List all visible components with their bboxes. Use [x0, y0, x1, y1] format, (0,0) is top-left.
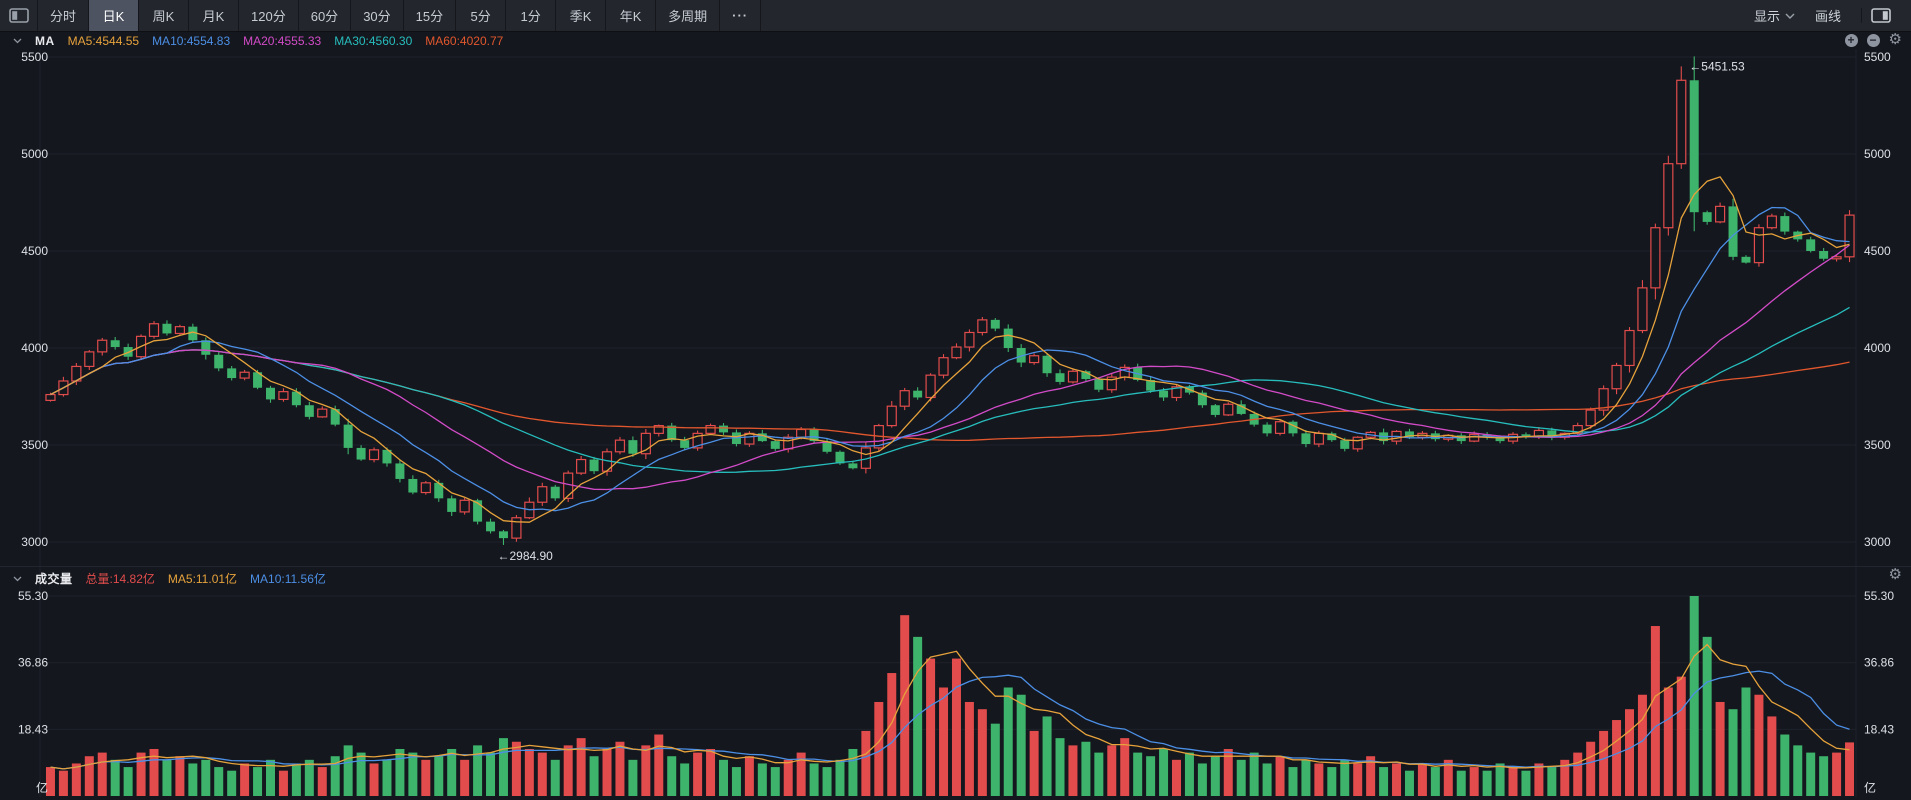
tab-15min[interactable]: 15分: [404, 0, 456, 31]
ma20-value: MA20:4555.33: [243, 34, 321, 48]
tab-year-k[interactable]: 年K: [606, 0, 656, 31]
ma30-value: MA30:4560.30: [334, 34, 412, 48]
tab-week-k[interactable]: 周K: [139, 0, 189, 31]
volume-title: 成交量: [35, 570, 73, 587]
price-annotation: ←2984.90: [497, 549, 553, 563]
axis-label-left: 5000: [21, 147, 48, 161]
ma-lines: [50, 177, 1849, 522]
volume-settings-icon[interactable]: [1889, 568, 1902, 582]
period-tabs: 分时 日K 周K 月K 120分 60分 30分 15分 5分 1分 季K 年K…: [38, 0, 761, 31]
axis-label-right: 4500: [1864, 244, 1891, 258]
tab-60min[interactable]: 60分: [299, 0, 351, 31]
panel-left-icon: [9, 8, 29, 23]
volume-ma5: MA5:11.01亿: [168, 570, 237, 587]
axis-label-right: 5500: [1864, 50, 1891, 64]
axis-label-left: 18.43: [18, 722, 48, 736]
axis-label-left: 36.86: [18, 656, 48, 670]
volume-legend: 成交量 总量:14.82亿 MA5:11.01亿 MA10:11.56亿: [0, 567, 1911, 590]
tab-multi-period[interactable]: 多周期: [656, 0, 720, 31]
axis-label-left: 4500: [21, 244, 48, 258]
candles: [46, 56, 1854, 545]
ma10-value: MA10:4554.83: [152, 34, 230, 48]
display-menu[interactable]: 显示: [1754, 6, 1795, 25]
axis-label-right: 亿: [1864, 780, 1876, 795]
collapse-price-pane-icon[interactable]: [13, 38, 22, 44]
tab-quarter-k[interactable]: 季K: [556, 0, 606, 31]
volume-bars: [46, 596, 1854, 796]
axis-label-left: 4000: [21, 341, 48, 355]
toolbar-right: 显示 画线: [1754, 0, 1911, 31]
tab-more[interactable]: ···: [720, 0, 761, 31]
axis-label-left: 3000: [21, 535, 48, 549]
axis-label-right: 36.86: [1864, 656, 1894, 670]
annotations: ←5451.53 ←2984.90: [497, 59, 1745, 563]
chart-plot-area[interactable]: 5500 5500 5000 5000 4500 4500 4000 4000 3500 3500…: [0, 0, 1911, 800]
axis-label-right: 5000: [1864, 147, 1891, 161]
panel-right-toggle[interactable]: [1861, 8, 1899, 23]
draw-line-button[interactable]: 画线: [1815, 6, 1841, 25]
tab-day-k[interactable]: 日K: [89, 0, 139, 31]
toolbar: 分时 日K 周K 月K 120分 60分 30分 15分 5分 1分 季K 年K…: [0, 0, 1911, 32]
axis-label-right: 3000: [1864, 535, 1891, 549]
axis-label-left: 55.30: [18, 589, 48, 603]
volume-ma-lines: [50, 645, 1849, 769]
axis-label-right: 55.30: [1864, 589, 1894, 603]
axis-label-left: 5500: [21, 50, 48, 64]
price-annotation: ←5451.53: [1689, 59, 1745, 73]
ma60-value: MA60:4020.77: [425, 34, 503, 48]
axis-label-left: 3500: [21, 438, 48, 452]
chevron-down-icon: [1785, 13, 1795, 19]
axis-label-right: 18.43: [1864, 722, 1894, 736]
axis-label-right: 3500: [1864, 438, 1891, 452]
ma5-value: MA5:4544.55: [68, 34, 139, 48]
tab-30min[interactable]: 30分: [351, 0, 403, 31]
volume-total: 总量:14.82亿: [86, 570, 155, 587]
gridlines: [40, 49, 1856, 797]
draw-line-label: 画线: [1815, 6, 1841, 25]
collapse-volume-pane-icon[interactable]: [13, 576, 22, 582]
zoom-in-icon[interactable]: [1845, 34, 1858, 47]
panel-right-icon: [1871, 8, 1891, 23]
axis-label-right: 4000: [1864, 341, 1891, 355]
tab-1min[interactable]: 1分: [506, 0, 556, 31]
tab-5min[interactable]: 5分: [456, 0, 506, 31]
ma-legend: MA MA5:4544.55 MA10:4554.83 MA20:4555.33…: [0, 32, 1911, 49]
tab-month-k[interactable]: 月K: [189, 0, 239, 31]
zoom-out-icon[interactable]: [1867, 34, 1880, 47]
tab-120min[interactable]: 120分: [239, 0, 299, 31]
price-settings-icon[interactable]: [1889, 33, 1902, 47]
panel-left-toggle[interactable]: [0, 0, 38, 31]
display-menu-label: 显示: [1754, 6, 1780, 25]
axis-label-left: 亿: [36, 780, 48, 795]
volume-ma10: MA10:11.56亿: [250, 570, 326, 587]
indicator-name: MA: [35, 34, 55, 48]
tab-time-sharing[interactable]: 分时: [38, 0, 89, 31]
